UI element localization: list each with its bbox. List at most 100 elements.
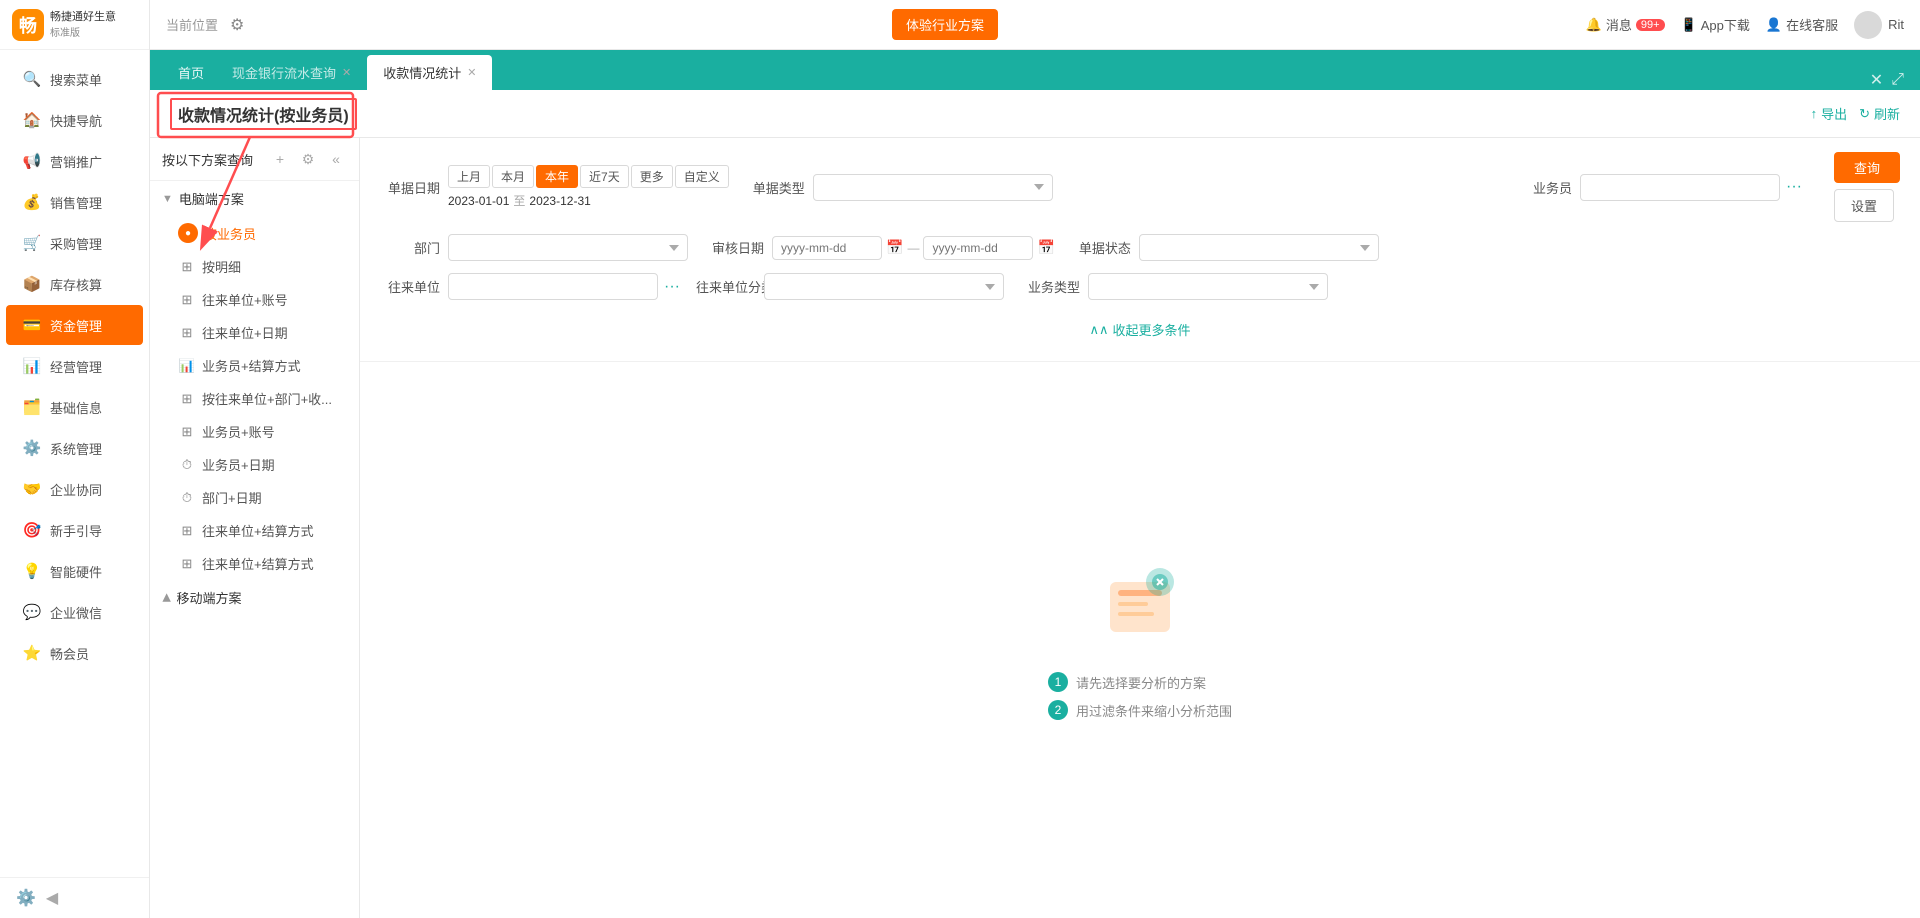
scheme-item-staff-date-label: 业务员+日期 [202, 455, 275, 474]
tab-bank-flow[interactable]: 现金银行流水查询 ✕ [216, 55, 367, 90]
system-icon: ⚙️ [22, 438, 42, 458]
sidebar-item-basic[interactable]: 🗂️ 基础信息 [6, 387, 143, 427]
sidebar-item-guide[interactable]: 🎯 新手引导 [6, 510, 143, 550]
sidebar-item-hardware[interactable]: 💡 智能硬件 [6, 551, 143, 591]
scheme-item-partner-settle1[interactable]: ⊞ 往来单位+结算方式 [150, 514, 359, 547]
tab-receipt-stats[interactable]: 收款情况统计 ✕ [367, 55, 492, 90]
date-input-group: 2023-01-01 至 2023-12-31 [448, 192, 729, 209]
scheme-group-pc-label: 电脑端方案 [179, 189, 244, 208]
scheme-item-partner-date-label: 往来单位+日期 [202, 323, 288, 342]
date-label: 单据日期 [380, 178, 440, 197]
doc-status-select[interactable] [1139, 234, 1379, 261]
scheme-item-staff-date[interactable]: ⏱ 业务员+日期 [150, 448, 359, 481]
logo-tag: 标准版 [50, 24, 116, 39]
scheme-group-pc-header[interactable]: ▼ 电脑端方案 [150, 181, 359, 216]
calendar-to-icon[interactable]: 📅 [1037, 239, 1054, 256]
app-download-btn[interactable]: 📱 App下载 [1681, 15, 1750, 34]
staff-more-icon[interactable]: ··· [1786, 178, 1802, 196]
date-custom-btn[interactable]: 自定义 [675, 165, 729, 188]
filter-item-staff: 业务员 ··· [1512, 174, 1802, 201]
collapse-sidebar-icon[interactable]: ◀ [46, 888, 58, 908]
tab-close-all-icon[interactable]: ✕ [1870, 70, 1883, 90]
sidebar-item-warehouse[interactable]: 📦 库存核算 [6, 264, 143, 304]
header-actions: 🔔 消息 99+ 📱 App下载 👤 在线客服 Rit [1586, 11, 1904, 39]
review-date-from-input[interactable] [772, 236, 882, 260]
scheme-item-dept-date[interactable]: ⏱ 部门+日期 [150, 481, 359, 514]
operations-icon: 📊 [22, 356, 42, 376]
user-area[interactable]: Rit [1854, 11, 1904, 39]
sidebar-item-search[interactable]: 🔍 搜索菜单 [6, 59, 143, 99]
settings-footer-icon[interactable]: ⚙️ [16, 888, 36, 908]
sales-icon: 💰 [22, 192, 42, 212]
dept-select[interactable] [448, 234, 688, 261]
calendar-from-icon[interactable]: 📅 [886, 239, 903, 256]
sidebar-item-wechat[interactable]: 💬 企业微信 [6, 592, 143, 632]
scheme-item-by-detail[interactable]: ⊞ 按明细 [150, 250, 359, 283]
scheme-item-staff-account[interactable]: ⊞ 业务员+账号 [150, 415, 359, 448]
partner-more-icon[interactable]: ··· [664, 278, 680, 296]
sidebar-item-system[interactable]: ⚙️ 系统管理 [6, 428, 143, 468]
scheme-item-by-staff[interactable]: ● 按业务员 [150, 216, 359, 250]
online-service-btn[interactable]: 👤 在线客服 [1766, 15, 1838, 34]
add-scheme-btn[interactable]: + [269, 148, 291, 170]
staff-input[interactable] [1580, 174, 1780, 201]
scheme-group-mobile-header[interactable]: ▶ 移动端方案 [150, 580, 359, 615]
partner-class-select[interactable] [764, 273, 1004, 300]
header-gear-icon[interactable]: ⚙ [230, 15, 244, 35]
partner-settle1-icon: ⊞ [178, 522, 196, 540]
trial-btn[interactable]: 体验行业方案 [892, 9, 998, 40]
scheme-panel: 按以下方案查询 + ⚙ « ▼ 电脑端方案 [150, 138, 360, 918]
scheme-item-partner-date[interactable]: ⊞ 往来单位+日期 [150, 316, 359, 349]
export-btn[interactable]: ↑ 导出 [1811, 104, 1848, 123]
partner-input[interactable] [448, 273, 658, 300]
scheme-item-staff-account-label: 业务员+账号 [202, 422, 275, 441]
date-this-month-btn[interactable]: 本月 [492, 165, 534, 188]
page-title-bar: 收款情况统计(按业务员) ↑ 导出 ↻ 刷新 [150, 90, 1920, 138]
tab-home[interactable]: 首页 [166, 55, 216, 90]
sidebar-item-enterprise[interactable]: 🤝 企业协同 [6, 469, 143, 509]
collapse-scheme-btn[interactable]: « [325, 148, 347, 170]
scheme-item-staff-settle[interactable]: 📊 业务员+结算方式 [150, 349, 359, 382]
sidebar-item-marketing[interactable]: 📢 营销推广 [6, 141, 143, 181]
review-date-to-input[interactable] [923, 236, 1033, 260]
staff-control: ··· [1580, 174, 1802, 201]
tab-bar: 首页 现金银行流水查询 ✕ 收款情况统计 ✕ ✕ ⤢ [150, 50, 1920, 90]
filter-setting-btn[interactable]: 设置 [1834, 189, 1894, 222]
scheme-item-partner-settle2[interactable]: ⊞ 往来单位+结算方式 [150, 547, 359, 580]
scheme-setting-btn[interactable]: ⚙ [297, 148, 319, 170]
date-more-btn[interactable]: 更多 [631, 165, 673, 188]
date-7days-btn[interactable]: 近7天 [580, 165, 629, 188]
sidebar-item-purchase[interactable]: 🛒 采购管理 [6, 223, 143, 263]
refresh-btn[interactable]: ↻ 刷新 [1859, 104, 1900, 123]
search-icon: 🔍 [22, 69, 42, 89]
warehouse-icon: 📦 [22, 274, 42, 294]
date-this-year-btn[interactable]: 本年 [536, 165, 578, 188]
staff-settle-icon: 📊 [178, 357, 196, 375]
receipt-stats-tab-label: 收款情况统计 [383, 63, 461, 82]
biz-type-select[interactable] [1088, 273, 1328, 300]
dept-control [448, 234, 688, 261]
doc-type-select[interactable] [813, 174, 1053, 201]
partner-settle2-icon: ⊞ [178, 555, 196, 573]
scheme-item-partner-dept-income[interactable]: ⊞ 按往来单位+部门+收... [150, 382, 359, 415]
scheme-item-partner-account-label: 往来单位+账号 [202, 290, 288, 309]
tab-receipt-stats-close[interactable]: ✕ [467, 66, 476, 79]
collapse-filter-btn[interactable]: ∧∧ 收起更多条件 [380, 312, 1900, 347]
date-last-month-btn[interactable]: 上月 [448, 165, 490, 188]
date-to-value: 2023-12-31 [529, 194, 590, 208]
sidebar-item-member[interactable]: ⭐ 畅会员 [6, 633, 143, 673]
scheme-item-dept-date-label: 部门+日期 [202, 488, 262, 507]
sidebar-item-sales[interactable]: 💰 销售管理 [6, 182, 143, 222]
tab-bank-flow-close[interactable]: ✕ [342, 66, 351, 79]
marketing-icon: 📢 [22, 151, 42, 171]
sidebar-item-finance[interactable]: 💳 资金管理 [6, 305, 143, 345]
query-btn[interactable]: 查询 [1834, 152, 1900, 183]
scheme-item-partner-account[interactable]: ⊞ 往来单位+账号 [150, 283, 359, 316]
top-header: 当前位置 ⚙ 体验行业方案 🔔 消息 99+ 📱 App下载 👤 在线客服 [150, 0, 1920, 50]
notification-btn[interactable]: 🔔 消息 99+ [1586, 15, 1665, 34]
tab-maximize-icon[interactable]: ⤢ [1891, 71, 1904, 89]
main-area: 当前位置 ⚙ 体验行业方案 🔔 消息 99+ 📱 App下载 👤 在线客服 [150, 0, 1920, 918]
basic-icon: 🗂️ [22, 397, 42, 417]
sidebar-item-operations[interactable]: 📊 经营管理 [6, 346, 143, 386]
sidebar-item-quick-nav[interactable]: 🏠 快捷导航 [6, 100, 143, 140]
